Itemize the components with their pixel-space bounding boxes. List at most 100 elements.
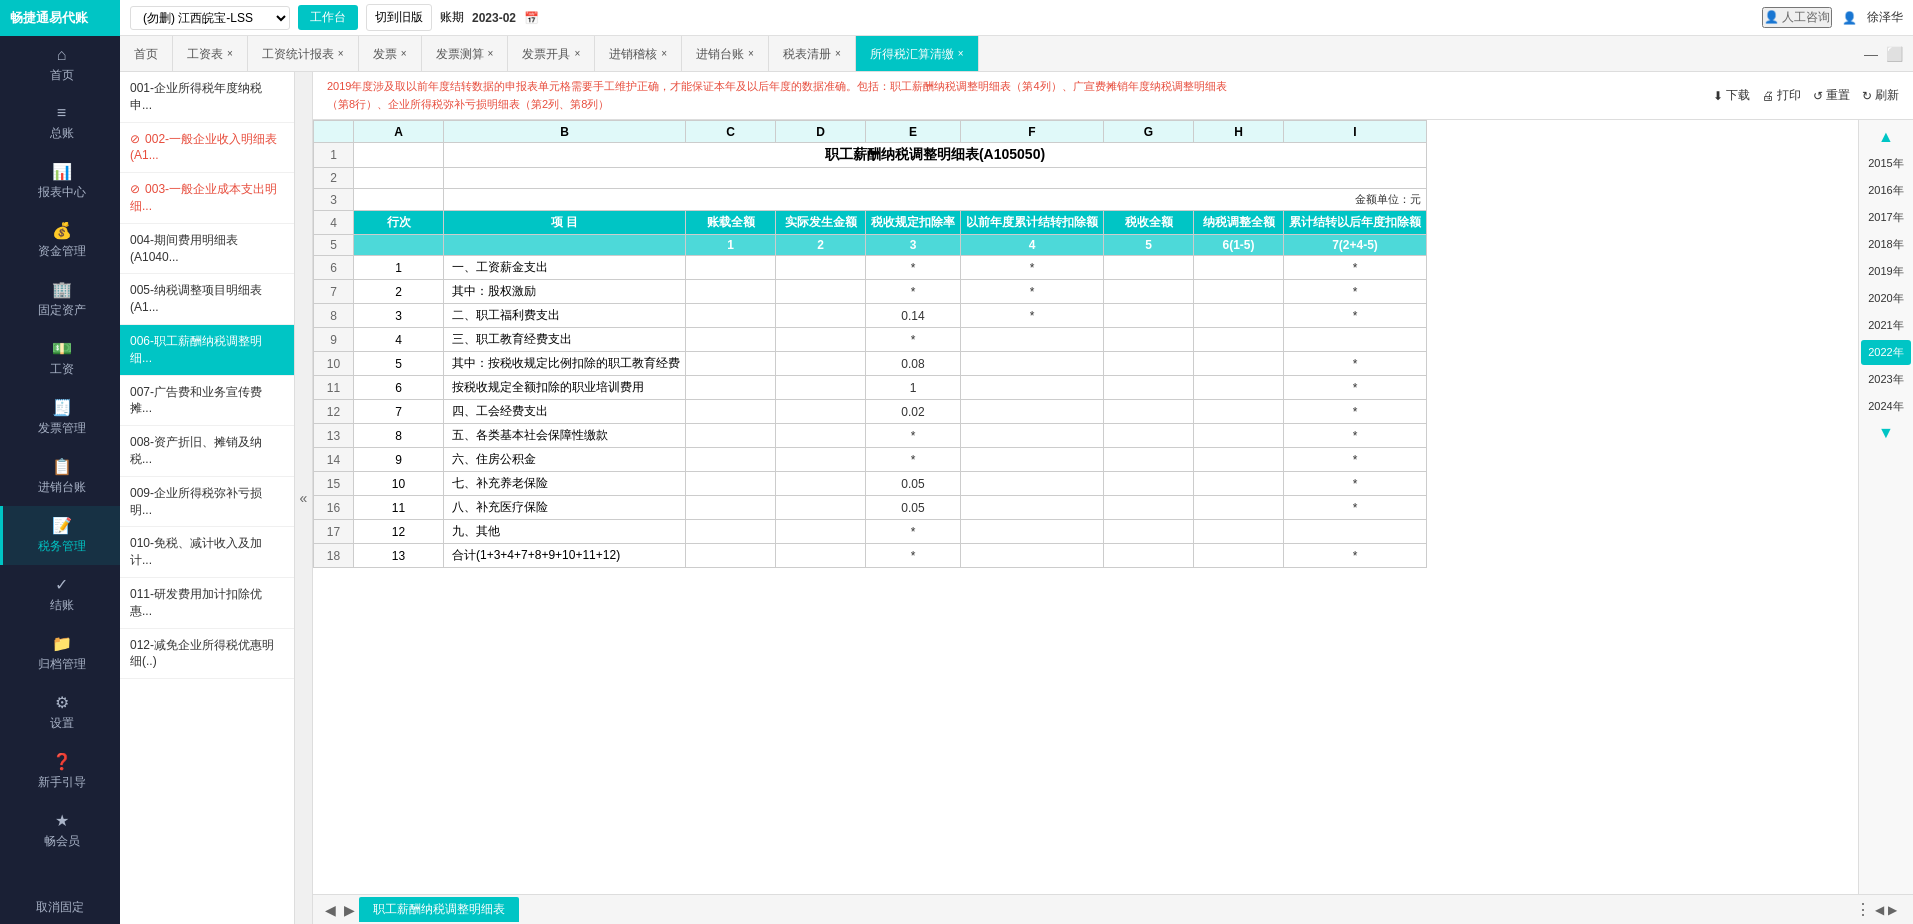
row-col6-3[interactable]: [1194, 304, 1284, 328]
row-col4-2[interactable]: *: [961, 280, 1104, 304]
row-col6-5[interactable]: [1194, 352, 1284, 376]
row-col5-6[interactable]: [1104, 376, 1194, 400]
row-col1-2[interactable]: [686, 280, 776, 304]
tab-tax-register[interactable]: 税表清册 ×: [769, 36, 856, 72]
tab-tax-settlement-close[interactable]: ×: [958, 36, 964, 72]
report-item-006[interactable]: 006-职工薪酬纳税调整明细...: [120, 325, 294, 376]
row-col5-11[interactable]: [1104, 496, 1194, 520]
report-item-010[interactable]: 010-免税、减计收入及加计...: [120, 527, 294, 578]
report-item-007[interactable]: 007-广告费和业务宣传费摊...: [120, 376, 294, 427]
row-col2-1[interactable]: [776, 256, 866, 280]
report-item-002[interactable]: ⊘ 002-一般企业收入明细表(A1...: [120, 123, 294, 174]
year-2019[interactable]: 2019年: [1861, 259, 1911, 284]
row-col2-11[interactable]: [776, 496, 866, 520]
sidebar-item-home[interactable]: ⌂ 首页: [0, 36, 120, 94]
tab-invoice-calc-close[interactable]: ×: [488, 36, 494, 72]
tab-tax-register-close[interactable]: ×: [835, 36, 841, 72]
row-col6-1[interactable]: [1194, 256, 1284, 280]
year-scroll-up-btn[interactable]: ▲: [1859, 124, 1913, 150]
year-2022[interactable]: 2022年: [1861, 340, 1911, 365]
row-col3-6[interactable]: 1: [866, 376, 961, 400]
year-2023[interactable]: 2023年: [1861, 367, 1911, 392]
sidebar-item-assets[interactable]: 🏢 固定资产: [0, 270, 120, 329]
row-col3-2[interactable]: *: [866, 280, 961, 304]
tab-purchases-ledger[interactable]: 进销台账 ×: [682, 36, 769, 72]
row-col2-5[interactable]: [776, 352, 866, 376]
sidebar-item-reports[interactable]: 📊 报表中心: [0, 152, 120, 211]
row-col2-2[interactable]: [776, 280, 866, 304]
year-2016[interactable]: 2016年: [1861, 178, 1911, 203]
sidebar-item-purchases[interactable]: 📋 进销台账: [0, 447, 120, 506]
reset-btn[interactable]: ↺ 重置: [1813, 87, 1850, 104]
row-col7-3[interactable]: *: [1284, 304, 1427, 328]
row-col4-12[interactable]: [961, 520, 1104, 544]
row-col3-5[interactable]: 0.08: [866, 352, 961, 376]
print-btn[interactable]: 🖨 打印: [1762, 87, 1801, 104]
tab-home[interactable]: 首页: [120, 36, 173, 72]
sidebar-item-guide[interactable]: ❓ 新手引导: [0, 742, 120, 801]
row-col1-7[interactable]: [686, 400, 776, 424]
sidebar-item-settings[interactable]: ⚙ 设置: [0, 683, 120, 742]
tab-minimize-btn[interactable]: —: [1862, 44, 1880, 64]
row-col5-2[interactable]: [1104, 280, 1194, 304]
sidebar-item-tax[interactable]: 📝 税务管理: [0, 506, 120, 565]
row-col7-13[interactable]: *: [1284, 544, 1427, 568]
tab-invoice-close[interactable]: ×: [401, 36, 407, 72]
row-col5-9[interactable]: [1104, 448, 1194, 472]
row-col5-7[interactable]: [1104, 400, 1194, 424]
row-col5-8[interactable]: [1104, 424, 1194, 448]
row-col6-8[interactable]: [1194, 424, 1284, 448]
row-col2-6[interactable]: [776, 376, 866, 400]
unpin-btn[interactable]: 取消固定: [0, 891, 120, 924]
sidebar-item-ledger[interactable]: ≡ 总账: [0, 94, 120, 152]
collapse-panel-btn[interactable]: «: [295, 72, 313, 924]
row-col3-9[interactable]: *: [866, 448, 961, 472]
year-2015[interactable]: 2015年: [1861, 151, 1911, 176]
year-2018[interactable]: 2018年: [1861, 232, 1911, 257]
tab-purchases-ledger-close[interactable]: ×: [748, 36, 754, 72]
sheet-options-icon[interactable]: ⋮: [1855, 900, 1871, 919]
tab-invoice-issue-close[interactable]: ×: [574, 36, 580, 72]
row-col3-1[interactable]: *: [866, 256, 961, 280]
row-col3-8[interactable]: *: [866, 424, 961, 448]
sidebar-item-vip[interactable]: ★ 畅会员: [0, 801, 120, 860]
row-col7-1[interactable]: *: [1284, 256, 1427, 280]
calendar-icon[interactable]: 📅: [524, 11, 539, 25]
sidebar-item-archive[interactable]: 📁 归档管理: [0, 624, 120, 683]
tab-salary-close[interactable]: ×: [227, 36, 233, 72]
row-col7-10[interactable]: *: [1284, 472, 1427, 496]
row-col1-1[interactable]: [686, 256, 776, 280]
year-2020[interactable]: 2020年: [1861, 286, 1911, 311]
row-col4-11[interactable]: [961, 496, 1104, 520]
download-btn[interactable]: ⬇ 下载: [1713, 87, 1750, 104]
row-col4-3[interactable]: *: [961, 304, 1104, 328]
year-2017[interactable]: 2017年: [1861, 205, 1911, 230]
report-item-008[interactable]: 008-资产折旧、摊销及纳税...: [120, 426, 294, 477]
row-col6-6[interactable]: [1194, 376, 1284, 400]
row-col3-7[interactable]: 0.02: [866, 400, 961, 424]
row-col5-12[interactable]: [1104, 520, 1194, 544]
table-container[interactable]: A B C D E F G H I: [313, 120, 1858, 894]
row-col1-5[interactable]: [686, 352, 776, 376]
tab-invoice[interactable]: 发票 ×: [359, 36, 422, 72]
row-col1-9[interactable]: [686, 448, 776, 472]
row-col2-9[interactable]: [776, 448, 866, 472]
row-col4-8[interactable]: [961, 424, 1104, 448]
year-scroll-down-btn[interactable]: ▼: [1859, 420, 1913, 446]
row-col1-13[interactable]: [686, 544, 776, 568]
row-col6-10[interactable]: [1194, 472, 1284, 496]
row-col1-10[interactable]: [686, 472, 776, 496]
sidebar-item-salary[interactable]: 💵 工资: [0, 329, 120, 388]
row-col7-2[interactable]: *: [1284, 280, 1427, 304]
sidebar-item-closing[interactable]: ✓ 结账: [0, 565, 120, 624]
row-col3-12[interactable]: *: [866, 520, 961, 544]
row-col1-12[interactable]: [686, 520, 776, 544]
row-col7-7[interactable]: *: [1284, 400, 1427, 424]
row-col5-5[interactable]: [1104, 352, 1194, 376]
tab-audit[interactable]: 进销稽核 ×: [595, 36, 682, 72]
row-col2-3[interactable]: [776, 304, 866, 328]
sheet-scroll-right-icon[interactable]: ▶: [1888, 903, 1897, 917]
year-2024[interactable]: 2024年: [1861, 394, 1911, 419]
row-col2-8[interactable]: [776, 424, 866, 448]
row-col3-4[interactable]: *: [866, 328, 961, 352]
